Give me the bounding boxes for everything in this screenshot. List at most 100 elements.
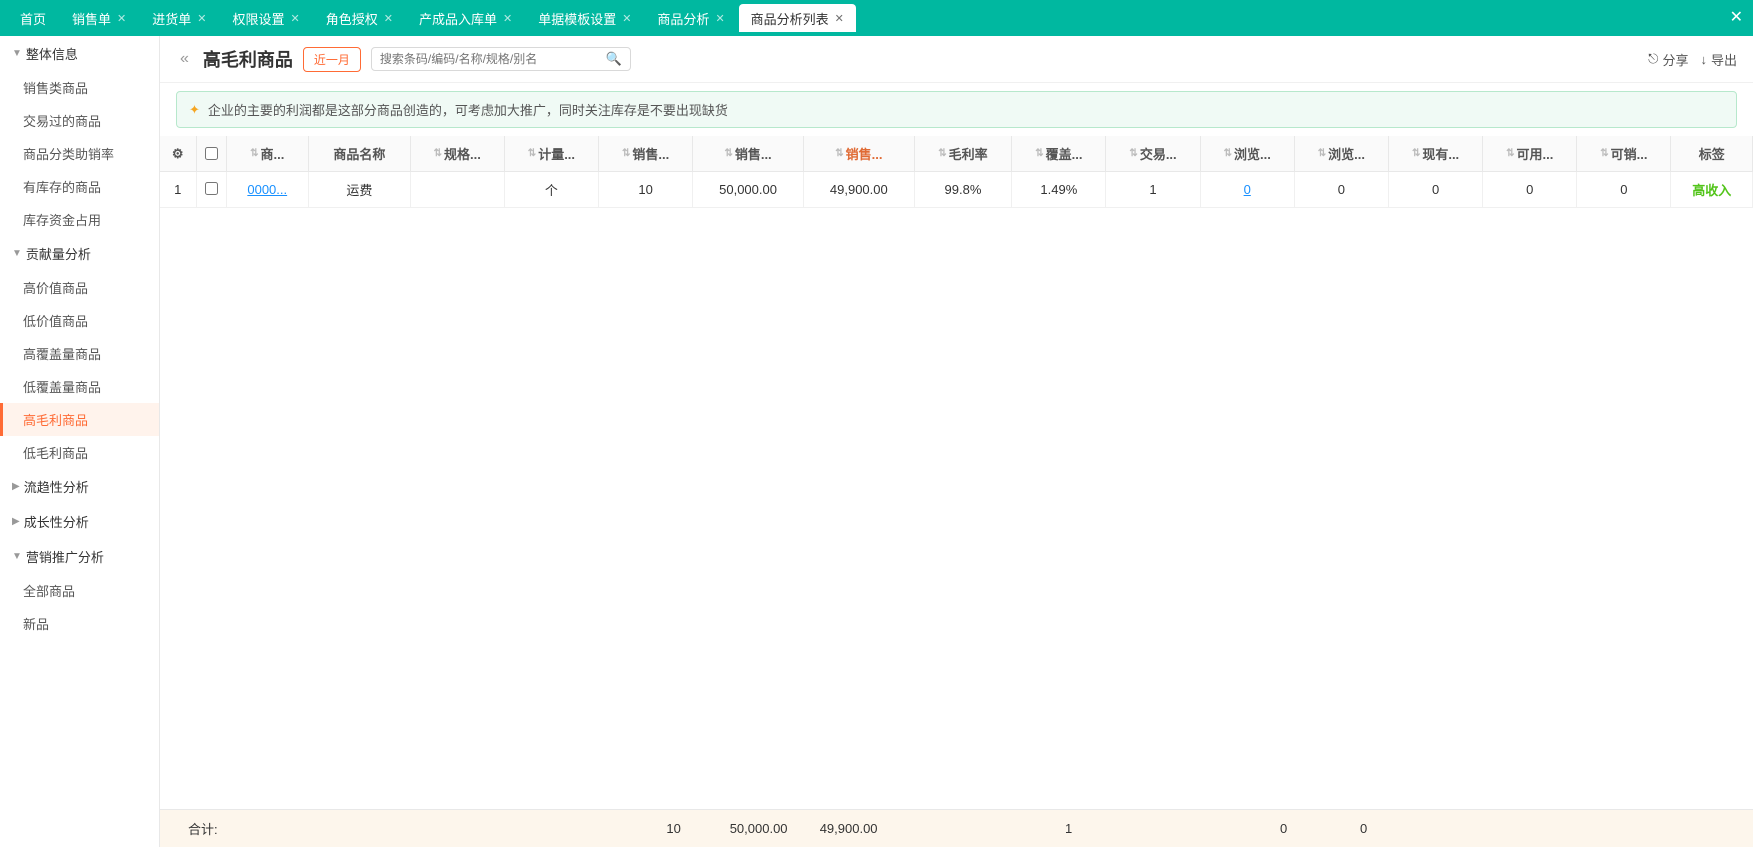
col-label: 标签	[1699, 144, 1725, 163]
sidebar-group-overall[interactable]: ▼ 整体信息	[0, 36, 159, 71]
sidebar-group-trend-label: 流趋性分析	[24, 477, 89, 496]
col-views1[interactable]: ⇅浏览...	[1200, 136, 1294, 172]
row-transactions: 1	[1106, 172, 1200, 208]
tab-role[interactable]: 角色授权 ✕	[314, 4, 405, 32]
row-select-checkbox[interactable]	[205, 182, 218, 195]
tab-product-analysis-close[interactable]: ✕	[715, 12, 724, 25]
sidebar-item-label: 交易过的商品	[23, 114, 101, 129]
sidebar-group-contribution[interactable]: ▼ 贡献量分析	[0, 236, 159, 271]
tab-permission-label: 权限设置	[232, 9, 284, 28]
col-current-stock[interactable]: ⇅现有...	[1388, 136, 1482, 172]
sort-icon: ⇅	[622, 148, 630, 159]
col-label: 商品名称	[333, 144, 385, 163]
sidebar-item-high-value[interactable]: 高价值商品	[0, 271, 159, 304]
col-sales-qty[interactable]: ⇅销售...	[599, 136, 693, 172]
tab-template-close[interactable]: ✕	[622, 12, 631, 25]
sidebar-item-label: 有库存的商品	[23, 180, 101, 195]
tab-product-analysis-label: 商品分析	[657, 9, 709, 28]
views1-link[interactable]: 0	[1244, 182, 1251, 197]
col-unit[interactable]: ⇅计量...	[504, 136, 598, 172]
col-available-stock[interactable]: ⇅可用...	[1483, 136, 1577, 172]
sort-icon: ⇅	[250, 148, 258, 159]
tab-sales-close[interactable]: ✕	[117, 12, 126, 25]
col-label: 浏览...	[1234, 144, 1271, 163]
col-gross-rate[interactable]: ⇅毛利率	[914, 136, 1012, 172]
sidebar-item-low-value[interactable]: 低价值商品	[0, 304, 159, 337]
export-button[interactable]: ↓ 导出	[1700, 50, 1737, 69]
footer-views2-spacer	[1174, 821, 1244, 836]
col-label: 毛利率	[949, 144, 988, 163]
row-checkbox[interactable]	[196, 172, 226, 208]
share-button[interactable]: ⎋ 分享	[1648, 50, 1688, 69]
sidebar-group-trend[interactable]: ▶ 流趋性分析	[0, 469, 159, 504]
table-container[interactable]: ⚙ ⇅商... 商品名称 ⇅规格...	[160, 136, 1753, 847]
row-unit: 个	[504, 172, 598, 208]
col-settings[interactable]: ⚙	[160, 136, 196, 172]
sort-icon: ⇅	[835, 148, 843, 159]
sidebar-item-sales-products[interactable]: 销售类商品	[0, 71, 159, 104]
sidebar-collapse-button[interactable]: «	[176, 50, 193, 68]
sidebar-item-all-products[interactable]: 全部商品	[0, 574, 159, 607]
col-coverage[interactable]: ⇅覆盖...	[1012, 136, 1106, 172]
col-sales-amount[interactable]: ⇅销售...	[693, 136, 804, 172]
tab-role-close[interactable]: ✕	[384, 12, 393, 25]
tab-purchase[interactable]: 进货单 ✕	[140, 4, 218, 32]
sort-icon: ⇅	[938, 148, 946, 159]
sort-icon: ⇅	[1224, 148, 1232, 159]
col-label: 可用...	[1517, 144, 1554, 163]
col-sellable-stock[interactable]: ⇅可销...	[1577, 136, 1671, 172]
sort-icon: ⇅	[434, 148, 442, 159]
tab-home[interactable]: 首页	[8, 4, 58, 32]
tab-sales[interactable]: 销售单 ✕	[60, 4, 138, 32]
sidebar-item-in-stock[interactable]: 有库存的商品	[0, 170, 159, 203]
row-views2: 0	[1294, 172, 1388, 208]
tab-permission[interactable]: 权限设置 ✕	[220, 4, 311, 32]
tab-product-analysis-list-close[interactable]: ✕	[835, 12, 844, 25]
search-input[interactable]	[380, 52, 600, 66]
footer-spacer5	[504, 821, 574, 836]
export-icon: ↓	[1700, 52, 1707, 67]
tab-permission-close[interactable]: ✕	[291, 12, 300, 25]
row-code[interactable]: 0000...	[226, 172, 309, 208]
tab-template[interactable]: 单据模板设置 ✕	[526, 4, 643, 32]
sidebar-item-label: 低覆盖量商品	[23, 380, 101, 395]
row-views1[interactable]: 0	[1200, 172, 1294, 208]
col-sales-profit[interactable]: ⇅销售...	[803, 136, 914, 172]
sidebar-item-low-coverage[interactable]: 低覆盖量商品	[0, 370, 159, 403]
sidebar-item-low-margin[interactable]: 低毛利商品	[0, 436, 159, 469]
tab-product-in-close[interactable]: ✕	[503, 12, 512, 25]
sidebar-item-high-coverage[interactable]: 高覆盖量商品	[0, 337, 159, 370]
tab-product-in[interactable]: 产成品入库单 ✕	[407, 4, 524, 32]
col-label: 覆盖...	[1046, 144, 1083, 163]
sidebar-group-contribution-label: 贡献量分析	[26, 244, 91, 263]
sidebar-item-stock-capital[interactable]: 库存资金占用	[0, 203, 159, 236]
tab-product-analysis[interactable]: 商品分析 ✕	[645, 4, 736, 32]
col-views2[interactable]: ⇅浏览...	[1294, 136, 1388, 172]
sidebar-group-marketing[interactable]: ▼ 营销推广分析	[0, 539, 159, 574]
col-spec[interactable]: ⇅规格...	[410, 136, 504, 172]
search-icon[interactable]: 🔍	[606, 51, 622, 67]
footer-spacer3	[304, 821, 384, 836]
sidebar-item-category-rate[interactable]: 商品分类助销率	[0, 137, 159, 170]
tab-purchase-close[interactable]: ✕	[197, 12, 206, 25]
sort-icon: ⇅	[1600, 148, 1608, 159]
row-current-stock: 0	[1388, 172, 1482, 208]
col-transactions[interactable]: ⇅交易...	[1106, 136, 1200, 172]
row-sales-amount: 50,000.00	[693, 172, 804, 208]
tab-product-analysis-list[interactable]: 商品分析列表 ✕	[739, 4, 856, 32]
col-label: 销售...	[632, 144, 669, 163]
sidebar-group-growth[interactable]: ▶ 成长性分析	[0, 504, 159, 539]
sidebar-item-label: 新品	[23, 617, 49, 632]
select-all-checkbox[interactable]	[205, 147, 218, 160]
tab-product-in-label: 产成品入库单	[419, 9, 497, 28]
close-all-tabs-button[interactable]: ✕	[1730, 10, 1743, 26]
col-checkbox[interactable]	[196, 136, 226, 172]
sidebar-item-new-products[interactable]: 新品	[0, 607, 159, 640]
row-gross-rate: 99.8%	[914, 172, 1012, 208]
sidebar-item-traded-products[interactable]: 交易过的商品	[0, 104, 159, 137]
sidebar-item-high-margin[interactable]: 高毛利商品	[0, 403, 159, 436]
sidebar-item-label: 高毛利商品	[23, 413, 88, 428]
period-button[interactable]: 近一月	[303, 47, 361, 72]
tab-role-label: 角色授权	[326, 9, 378, 28]
col-product-code[interactable]: ⇅商...	[226, 136, 309, 172]
